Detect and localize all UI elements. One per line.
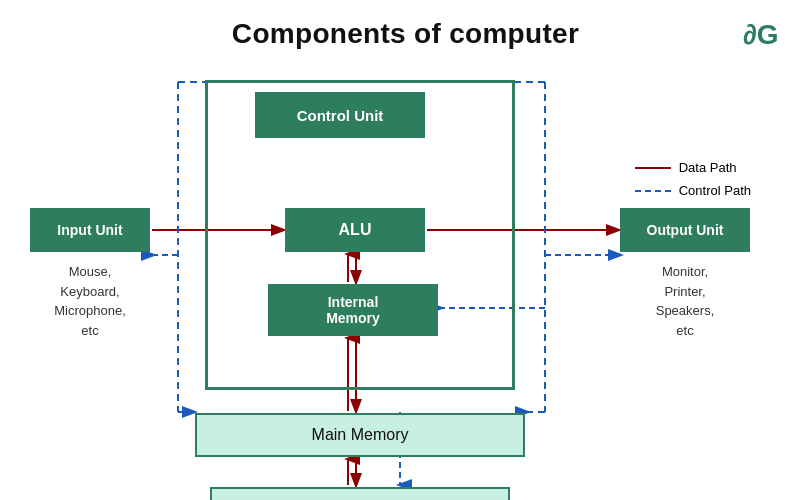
alu-box: ALU bbox=[285, 208, 425, 252]
svg-text:∂G: ∂G bbox=[743, 19, 779, 50]
diagram: Control Unit ALU InternalMemory Input Un… bbox=[0, 60, 811, 490]
control-unit-box: Control Unit bbox=[255, 92, 425, 138]
legend-data-path: Data Path bbox=[635, 160, 751, 175]
main-memory-label: Main Memory bbox=[312, 426, 409, 444]
control-path-line bbox=[635, 190, 671, 192]
data-path-label: Data Path bbox=[679, 160, 737, 175]
input-unit-box: Input Unit bbox=[30, 208, 150, 252]
control-unit-label: Control Unit bbox=[297, 107, 384, 124]
legend-control-path: Control Path bbox=[635, 183, 751, 198]
output-unit-box: Output Unit bbox=[620, 208, 750, 252]
output-unit-label: Output Unit bbox=[647, 222, 724, 238]
secondary-storage-box: Secondary Storage bbox=[210, 487, 510, 500]
control-path-label: Control Path bbox=[679, 183, 751, 198]
main-memory-box: Main Memory bbox=[195, 413, 525, 457]
internal-memory-label: InternalMemory bbox=[326, 294, 380, 326]
output-unit-description: Monitor,Printer,Speakers,etc bbox=[620, 262, 750, 340]
page-title: Components of computer bbox=[0, 0, 811, 50]
internal-memory-box: InternalMemory bbox=[268, 284, 438, 336]
data-path-line bbox=[635, 167, 671, 169]
logo: ∂G bbox=[741, 14, 783, 46]
input-unit-label: Input Unit bbox=[57, 222, 122, 238]
legend: Data Path Control Path bbox=[635, 160, 751, 206]
alu-label: ALU bbox=[339, 221, 372, 239]
input-unit-description: Mouse,Keyboard,Microphone,etc bbox=[30, 262, 150, 340]
